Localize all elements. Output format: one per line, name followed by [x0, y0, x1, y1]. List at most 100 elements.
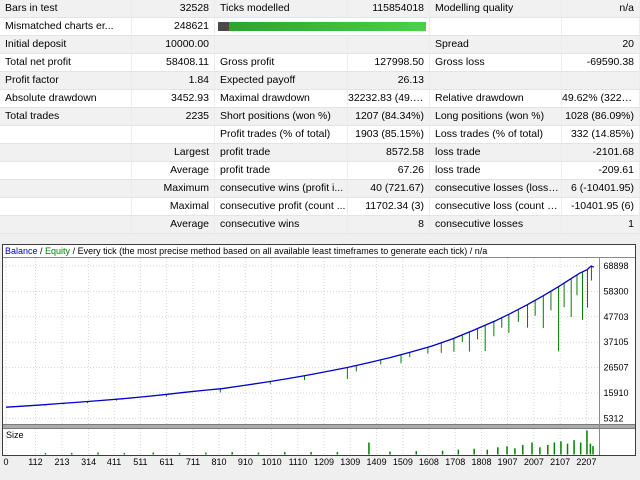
report-value: -69590.38 — [562, 54, 640, 72]
report-label — [0, 126, 132, 144]
x-axis-label: 611 — [160, 457, 174, 467]
report-value: 8572.58 — [348, 144, 430, 162]
report-label: Bars in test — [0, 0, 132, 18]
report-value: 32232.83 (49.6... — [348, 90, 430, 108]
report-label: Maximal drawdown — [215, 90, 348, 108]
report-table: Bars in test 32528 Ticks modelled 115854018… — [0, 0, 640, 234]
graph-title: Balance / Equity / Every tick (the most … — [5, 246, 487, 256]
report-value — [132, 126, 215, 144]
report-value: 11702.34 (3) — [348, 198, 430, 216]
y-axis-label: 26507 — [604, 363, 629, 373]
report-value — [562, 18, 640, 36]
report-row: Maximal consecutive profit (count ... 1170… — [0, 198, 640, 216]
report-row: Profit factor 1.84 Expected payoff 26.13 — [0, 72, 640, 90]
report-row: Average profit trade 67.26 loss trade -209.6… — [0, 162, 640, 180]
x-axis-label: 1309 — [340, 457, 360, 467]
report-value: -209.61 — [562, 162, 640, 180]
report-value: 2235 — [132, 108, 215, 126]
report-row: Total trades 2235 Short positions (won %) 1… — [0, 108, 640, 126]
report-label — [215, 36, 348, 54]
report-label: consecutive profit (count ... — [215, 198, 348, 216]
report-label: Total trades — [0, 108, 132, 126]
report-label: Total net profit — [0, 54, 132, 72]
report-value: Maximal — [132, 198, 215, 216]
report-row: Mismatched charts er... 248621 — [0, 18, 640, 36]
report-label — [430, 72, 562, 90]
report-value: 8 — [348, 216, 430, 234]
report-value: 1.84 — [132, 72, 215, 90]
x-axis-label: 213 — [55, 457, 70, 467]
x-axis-label: 1808 — [471, 457, 491, 467]
report-value: 20 — [562, 36, 640, 54]
y-axis-label: 37105 — [604, 337, 629, 347]
x-axis-label: 0 — [3, 457, 8, 467]
y-axis-label: 15910 — [604, 388, 629, 398]
report-label — [430, 18, 562, 36]
report-row: Total net profit 58408.11 Gross profit 1279… — [0, 54, 640, 72]
x-axis-label: 1907 — [498, 457, 518, 467]
graph-title-text: / Every tick (the most precise method ba… — [70, 246, 487, 256]
report-label: Absolute drawdown — [0, 90, 132, 108]
report-value: -10401.95 (6) — [562, 198, 640, 216]
x-axis-label: 810 — [212, 457, 227, 467]
report-value: 58408.11 — [132, 54, 215, 72]
modelling-quality-bar — [215, 18, 430, 36]
report-label: Gross loss — [430, 54, 562, 72]
report-value: Largest — [132, 144, 215, 162]
report-value: 40 (721.67) — [348, 180, 430, 198]
report-value: 10000.00 — [132, 36, 215, 54]
report-label: Profit factor — [0, 72, 132, 90]
x-axis-label: 1110 — [289, 457, 308, 467]
x-axis-label: 910 — [238, 457, 253, 467]
report-value: 67.26 — [348, 162, 430, 180]
x-axis-label: 314 — [81, 457, 96, 467]
report-label: Short positions (won %) — [215, 108, 348, 126]
report-label — [0, 144, 132, 162]
x-axis-label: 112 — [28, 457, 42, 467]
report-value: 115854018 — [348, 0, 430, 18]
report-value: 127998.50 — [348, 54, 430, 72]
report-label: profit trade — [215, 162, 348, 180]
report-value: 32528 — [132, 0, 215, 18]
report-label: loss trade — [430, 162, 562, 180]
report-label: consecutive loss (count o... — [430, 198, 562, 216]
report-label: loss trade — [430, 144, 562, 162]
report-label: profit trade — [215, 144, 348, 162]
report-label: Gross profit — [215, 54, 348, 72]
report-value: Maximum — [132, 180, 215, 198]
report-value: n/a — [562, 0, 640, 18]
report-value: 3452.93 — [132, 90, 215, 108]
y-axis-label: 58300 — [604, 286, 629, 296]
x-axis-label: 1708 — [445, 457, 465, 467]
report-label — [0, 162, 132, 180]
y-axis-label: 68898 — [604, 261, 629, 271]
tester-graph: 0 112 213 314 411 511 611 711 810 910 1010 1110 1209… — [2, 244, 636, 467]
y-axis-label: 5312 — [604, 413, 624, 423]
report-row: Absolute drawdown 3452.93 Maximal drawdown… — [0, 90, 640, 108]
size-panel-label: Size — [6, 430, 24, 440]
equity-legend-label: Equity — [45, 246, 71, 256]
graph-section: 0 112 213 314 411 511 611 711 810 910 1010 1110 1209… — [0, 234, 640, 480]
report-row: Largest profit trade 8572.58 loss trade -210… — [0, 144, 640, 162]
x-axis-label: 411 — [107, 457, 121, 467]
report-label: consecutive wins — [215, 216, 348, 234]
report-value: 26.13 — [348, 72, 430, 90]
report-label — [0, 216, 132, 234]
report-row: Maximum consecutive wins (profit i... 40 (… — [0, 180, 640, 198]
x-axis-label: 1010 — [262, 457, 282, 467]
x-axis-label: 2007 — [524, 457, 544, 467]
report-label: Mismatched charts er... — [0, 18, 132, 36]
report-label: Profit trades (% of total) — [215, 126, 348, 144]
strategy-tester-report-window: { "report": { "quality_bar_colors": {"le… — [0, 0, 640, 480]
report-value: 1207 (84.34%) — [348, 108, 430, 126]
report-value — [348, 36, 430, 54]
balance-legend-label: Balance — [5, 246, 38, 256]
x-axis-label: 1608 — [419, 457, 439, 467]
report-label: consecutive losses (loss i... — [430, 180, 562, 198]
x-axis-label: 1509 — [393, 457, 413, 467]
y-axis-label: 47703 — [604, 312, 629, 322]
report-value: 6 (-10401.95) — [562, 180, 640, 198]
report-label: consecutive losses — [430, 216, 562, 234]
report-label: consecutive wins (profit i... — [215, 180, 348, 198]
x-axis-label: 1409 — [367, 457, 387, 467]
